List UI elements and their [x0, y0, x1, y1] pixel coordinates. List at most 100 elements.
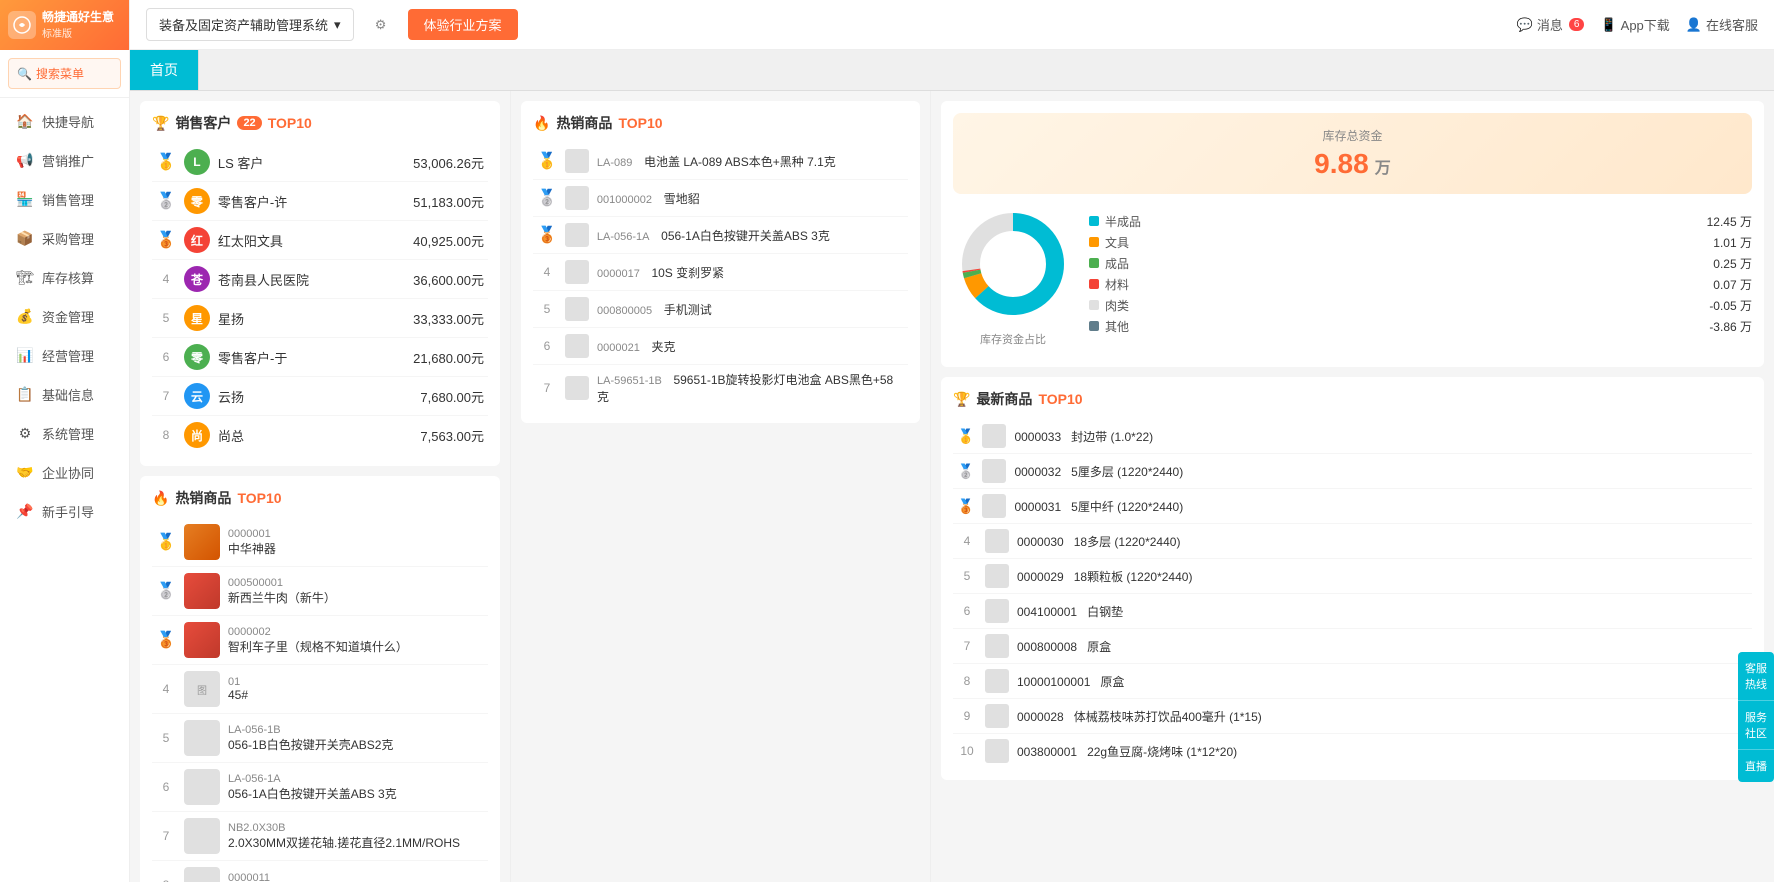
nav-label-quick: 快捷导航	[42, 112, 94, 131]
newest-thumb-1	[982, 424, 1006, 448]
hot-m-icon: 🔥	[533, 115, 550, 132]
hot-product-3[interactable]: 🥉 0000002 智利车子里（规格不知道填什么）	[152, 616, 488, 665]
hot-product-6[interactable]: 6 LA-056-1A 056-1A白色按键开关盖ABS 3克	[152, 763, 488, 812]
app-download-label: App下载	[1621, 15, 1670, 34]
newest-info-6: 004100001 白钢垫	[1017, 603, 1748, 620]
online-service-button[interactable]: 👤 在线客服	[1686, 15, 1758, 34]
newest-10[interactable]: 10 003800001 22g鱼豆腐-烧烤味 (1*12*20)	[953, 734, 1752, 768]
customer-avatar-4: 苍	[184, 266, 210, 292]
search-menu-button[interactable]: 🔍 搜索菜单	[8, 58, 121, 89]
mid-product-2[interactable]: 🥈 001000002 雪地貂	[533, 180, 908, 217]
system-selector[interactable]: 装备及固定资产辅助管理系统 ▾	[146, 8, 354, 41]
enterprise-icon: 🤝	[16, 464, 34, 482]
top-right-actions: 💬 消息 6 📱 App下载 👤 在线客服	[1517, 15, 1758, 34]
messages-button[interactable]: 💬 消息 6	[1517, 15, 1585, 34]
rank-num-6: 6	[156, 350, 176, 364]
legend-value-1: 12.45 万	[1707, 213, 1752, 230]
mid-code-2: 001000002	[597, 194, 652, 206]
bronze-n3: 🥉	[957, 498, 974, 515]
newest-6[interactable]: 6 004100001 白钢垫	[953, 594, 1752, 629]
float-service-sublabel: 热线	[1742, 676, 1770, 692]
customer-rank-1[interactable]: 🥇 L LS 客户 53,006.26元	[152, 143, 488, 182]
sidebar-item-marketing[interactable]: 📢 营销推广	[0, 141, 129, 180]
product-name-4: 45#	[228, 688, 484, 702]
customer-avatar-7: 云	[184, 383, 210, 409]
newest-thumb-10	[985, 739, 1009, 763]
float-service-btn[interactable]: 客服 热线	[1738, 652, 1774, 701]
customer-rank-4[interactable]: 4 苍 苍南县人民医院 36,600.00元	[152, 260, 488, 299]
newest-info-4: 0000030 18多层 (1220*2440)	[1017, 533, 1748, 550]
sidebar-item-inventory[interactable]: 🏗 库存核算	[0, 258, 129, 297]
mid-product-4[interactable]: 4 0000017 10S 变刹罗紧	[533, 254, 908, 291]
float-community-btn[interactable]: 服务 社区	[1738, 701, 1774, 750]
customer-rank-8[interactable]: 8 尚 尚总 7,563.00元	[152, 416, 488, 454]
sidebar-item-operation[interactable]: 📊 经营管理	[0, 336, 129, 375]
mid-product-7[interactable]: 7 LA-59651-1B 59651-1B旋转投影灯电池盒 ABS黑色+58克	[533, 365, 908, 411]
customer-value-3: 40,925.00元	[413, 231, 484, 250]
hot-m-top10: TOP10	[618, 115, 662, 131]
customer-rank-2[interactable]: 🥈 零 零售客户-许 51,183.00元	[152, 182, 488, 221]
sidebar-search[interactable]: 🔍 搜索菜单	[0, 50, 129, 98]
sidebar-item-purchase[interactable]: 📦 采购管理	[0, 219, 129, 258]
float-buttons: 客服 热线 服务 社区 直播	[1738, 652, 1774, 782]
rank-n5: 5	[957, 569, 977, 583]
hot-products-middle-card: 🔥 热销商品 TOP10 🥇 LA-089 电池盖 LA-089 ABS本色+黑…	[521, 101, 920, 423]
sidebar-item-basic[interactable]: 📋 基础信息	[0, 375, 129, 414]
mid-product-5[interactable]: 5 000800005 手机测试	[533, 291, 908, 328]
legend-label-2: 文具	[1105, 234, 1707, 251]
nav-label-inventory: 库存核算	[42, 268, 94, 287]
newest-1[interactable]: 🥇 0000033 封边带 (1.0*22)	[953, 419, 1752, 454]
hot-product-5[interactable]: 5 LA-056-1B 056-1B白色按键开关壳ABS2克	[152, 714, 488, 763]
sidebar-item-sales[interactable]: 🏪 销售管理	[0, 180, 129, 219]
hot-product-2[interactable]: 🥈 000500001 新西兰牛肉（新牛）	[152, 567, 488, 616]
sidebar: 畅捷通好生意 标准版 🔍 搜索菜单 🏠 快捷导航 📢 营销推广 🏪 销售管理 📦…	[0, 0, 130, 882]
hot-product-4[interactable]: 4 图 01 45#	[152, 665, 488, 714]
customer-badge: 22	[237, 116, 261, 130]
mid-product-6[interactable]: 6 0000021 夹克	[533, 328, 908, 365]
message-icon: 💬	[1517, 17, 1533, 33]
guide-icon: 📌	[16, 503, 34, 521]
sidebar-item-system[interactable]: ⚙ 系统管理	[0, 414, 129, 453]
sidebar-item-guide[interactable]: 📌 新手引导	[0, 492, 129, 531]
hot-product-1[interactable]: 🥇 0000001 中华神器	[152, 518, 488, 567]
legend-color-5	[1089, 300, 1099, 310]
newest-8[interactable]: 8 10000100001 原盒	[953, 664, 1752, 699]
hot-product-7[interactable]: 7 NB2.0X30B 2.0X30MM双搓花轴.搓花直径2.1MM/ROHS	[152, 812, 488, 861]
mid-product-3[interactable]: 🥉 LA-056-1A 056-1A白色按键开关盖ABS 3克	[533, 217, 908, 254]
customer-rank-6[interactable]: 6 零 零售客户-于 21,680.00元	[152, 338, 488, 377]
sidebar-item-finance[interactable]: 💰 资金管理	[0, 297, 129, 336]
hot-product-8[interactable]: 8 0000011 12070519-xs	[152, 861, 488, 882]
app-download-button[interactable]: 📱 App下载	[1600, 15, 1669, 34]
customer-rank-5[interactable]: 5 星 星扬 33,333.00元	[152, 299, 488, 338]
newest-info-10: 003800001 22g鱼豆腐-烧烤味 (1*12*20)	[1017, 743, 1748, 760]
gear-icon: ⚙	[375, 17, 387, 33]
newest-4[interactable]: 4 0000030 18多层 (1220*2440)	[953, 524, 1752, 559]
newest-2[interactable]: 🥈 0000032 5厘多层 (1220*2440)	[953, 454, 1752, 489]
hot-m-label: 热销商品	[556, 113, 612, 133]
sidebar-item-enterprise[interactable]: 🤝 企业协同	[0, 453, 129, 492]
product-info-8: 0000011 12070519-xs	[228, 872, 484, 882]
nav-label-purchase: 采购管理	[42, 229, 94, 248]
mid-name-5: 手机测试	[664, 303, 712, 317]
newest-info-8: 10000100001 原盒	[1017, 673, 1748, 690]
dropdown-icon: ▾	[334, 17, 341, 33]
mid-product-1[interactable]: 🥇 LA-089 电池盖 LA-089 ABS本色+黑种 7.1克	[533, 143, 908, 180]
float-live-btn[interactable]: 直播	[1738, 750, 1774, 782]
rank-m7: 7	[537, 381, 557, 395]
newest-thumb-2	[982, 459, 1006, 483]
newest-5[interactable]: 5 0000029 18颗粒板 (1220*2440)	[953, 559, 1752, 594]
legend-color-3	[1089, 258, 1099, 268]
product-name-7: 2.0X30MM双搓花轴.搓花直径2.1MM/ROHS	[228, 834, 484, 851]
customer-rank-3[interactable]: 🥉 红 红太阳文具 40,925.00元	[152, 221, 488, 260]
newest-7[interactable]: 7 000800008 原盒	[953, 629, 1752, 664]
customer-rank-7[interactable]: 7 云 云扬 7,680.00元	[152, 377, 488, 416]
newest-3[interactable]: 🥉 0000031 5厘中纤 (1220*2440)	[953, 489, 1752, 524]
trial-button[interactable]: 体验行业方案	[408, 9, 518, 40]
settings-button[interactable]: ⚙	[366, 10, 396, 40]
customer-value-2: 51,183.00元	[413, 192, 484, 211]
tab-home[interactable]: 首页	[130, 50, 199, 90]
newest-9[interactable]: 9 0000028 体械荔枝味苏打饮品400毫升 (1*15)	[953, 699, 1752, 734]
product-info-2: 000500001 新西兰牛肉（新牛）	[228, 577, 484, 606]
sidebar-item-quick[interactable]: 🏠 快捷导航	[0, 102, 129, 141]
mid-name-2: 雪地貂	[664, 192, 700, 206]
